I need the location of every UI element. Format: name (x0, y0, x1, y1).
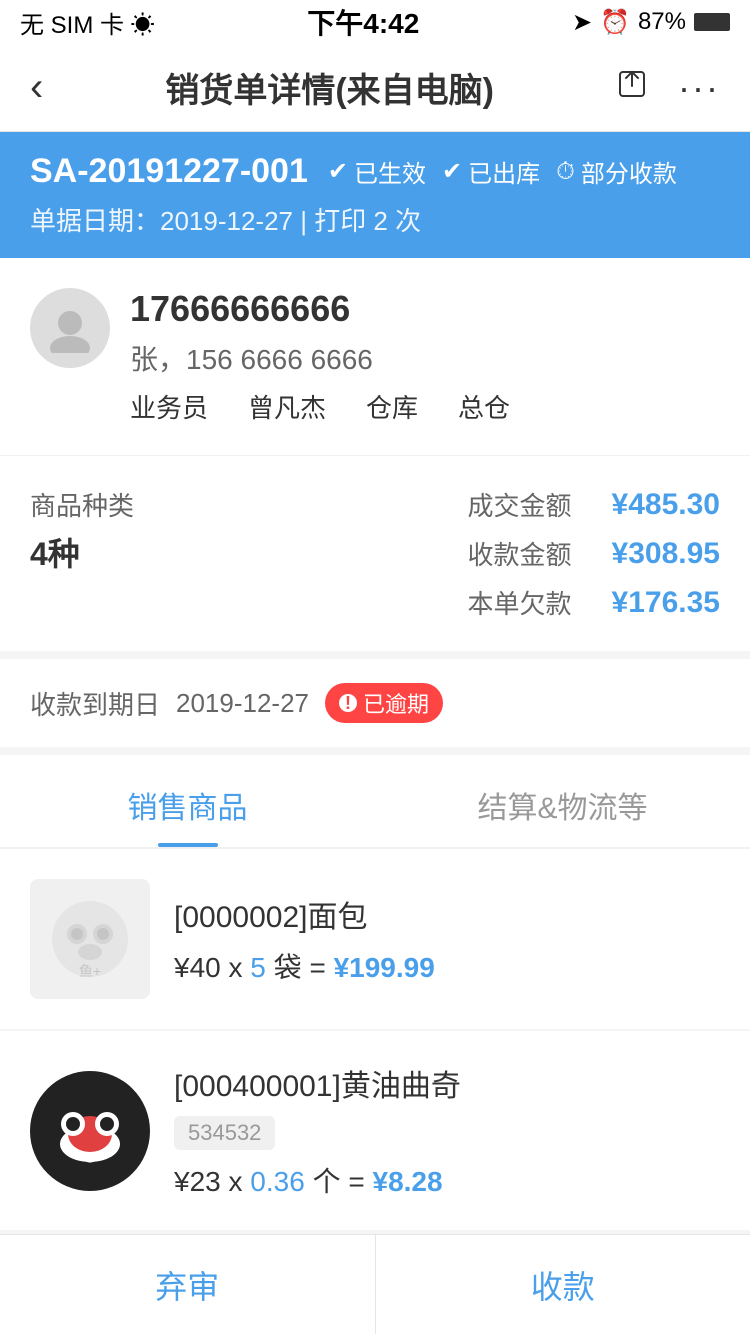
total-2: ¥8.28 (373, 1166, 443, 1197)
product-details-1: [0000002]面包 ¥40 x 5 袋 = ¥199.99 (174, 892, 720, 986)
summary-section: 商品种类 4种 成交金额 ¥485.30 收款金额 ¥308.95 本单欠款 ¥… (0, 456, 750, 659)
check-icon-2: ✔ (442, 157, 462, 186)
mult-2: x (229, 1166, 251, 1197)
doc-date: 单据日期：2019-12-27 | 打印 2 次 (30, 201, 720, 238)
price-2: ¥23 (174, 1166, 221, 1197)
due-date-value: 2019-12-27 (176, 688, 309, 719)
battery-icon (694, 13, 730, 31)
unit-2: 个 (313, 1166, 341, 1197)
product-item-1: 鱼+ [0000002]面包 ¥40 x 5 袋 = ¥199.99 (0, 849, 750, 1029)
status-left: 无 SIM 卡 ☀ (20, 5, 155, 40)
nav-actions: ··· (616, 67, 720, 109)
partial-label: 部分收款 (581, 154, 677, 189)
status-bar: 无 SIM 卡 ☀ 下午4:42 ➤ ⏰ 87% (0, 0, 750, 44)
product-types-label: 商品种类 (30, 486, 134, 523)
overdue-label: 已逾期 (363, 687, 429, 719)
cancel-audit-button[interactable]: 弃审 (0, 1235, 376, 1334)
overdue-badge: ! 已逾期 (325, 683, 443, 723)
share-icon[interactable] (616, 68, 648, 108)
product-thumb-2 (30, 1071, 150, 1191)
eq-1: = (309, 952, 333, 983)
qty-2: 0.36 (250, 1166, 305, 1197)
deal-amount-label: 成交金额 (468, 486, 572, 523)
summary-product-types: 商品种类 4种 (30, 486, 134, 575)
check-icon-1: ✔ (328, 157, 348, 186)
product-details-2: [000400001]黄油曲奇 534532 ¥23 x 0.36 个 = ¥8… (174, 1061, 720, 1200)
tab-settlement[interactable]: 结算&物流等 (375, 755, 750, 847)
customer-id: 17666666666 (130, 288, 720, 330)
salesperson-value: 曾凡杰 (248, 388, 326, 425)
eq-2: = (348, 1166, 372, 1197)
due-date-section: 收款到期日 2019-12-27 ! 已逾期 (0, 659, 750, 755)
owe-amount-row: 本单欠款 ¥176.35 (468, 584, 720, 621)
owe-amount-label: 本单欠款 (468, 584, 572, 621)
status-effected: ✔ 已生效 (328, 154, 426, 189)
status-right: ➤ ⏰ 87% (572, 8, 730, 37)
shipped-label: 已出库 (468, 154, 540, 189)
back-button[interactable]: ‹ (30, 65, 43, 110)
collect-amount-value: ¥308.95 (612, 537, 720, 571)
product-price-2: ¥23 x 0.36 个 = ¥8.28 (174, 1160, 720, 1200)
location-icon: ➤ (572, 8, 592, 37)
bottom-bar: 弃审 收款 (0, 1234, 750, 1334)
warehouse-value: 总仓 (458, 388, 510, 425)
status-tags: ✔ 已生效 ✔ 已出库 ⏱ 部分收款 (328, 154, 677, 189)
collect-amount-row: 收款金额 ¥308.95 (468, 535, 720, 572)
product-thumb-1: 鱼+ (30, 879, 150, 999)
deal-amount-row: 成交金额 ¥485.30 (468, 486, 720, 523)
status-shipped: ✔ 已出库 (442, 154, 540, 189)
product-name-1: [0000002]面包 (174, 892, 720, 936)
clock-icon: ⏱ (556, 158, 575, 186)
owe-amount-value: ¥176.35 (612, 586, 720, 620)
effected-label: 已生效 (354, 154, 426, 189)
time-label: 下午4:42 (307, 2, 419, 42)
header-info-bar: SA-20191227-001 ✔ 已生效 ✔ 已出库 ⏱ 部分收款 单据日期：… (0, 132, 750, 258)
collect-payment-button[interactable]: 收款 (376, 1235, 750, 1334)
order-number: SA-20191227-001 (30, 152, 308, 191)
overdue-icon: ! (339, 694, 357, 712)
battery-label: 87% (638, 8, 686, 36)
customer-info: 17666666666 张，156 6666 6666 业务员 曾凡杰 仓库 总… (130, 288, 720, 425)
collect-amount-label: 收款金额 (468, 535, 572, 572)
products-section: 鱼+ [0000002]面包 ¥40 x 5 袋 = ¥199.99 (0, 849, 750, 1230)
mult-1: x (229, 952, 251, 983)
order-header-row: SA-20191227-001 ✔ 已生效 ✔ 已出库 ⏱ 部分收款 (30, 152, 720, 191)
customer-section: 17666666666 张，156 6666 6666 业务员 曾凡杰 仓库 总… (0, 258, 750, 456)
nav-bar: ‹ 销货单详情(来自电脑) ··· (0, 44, 750, 132)
customer-meta: 业务员 曾凡杰 仓库 总仓 (130, 388, 720, 425)
price-1: ¥40 (174, 952, 221, 983)
product-price-1: ¥40 x 5 袋 = ¥199.99 (174, 946, 720, 986)
unit-1: 袋 (274, 952, 302, 983)
more-icon[interactable]: ··· (678, 67, 720, 109)
tabs: 销售商品 结算&物流等 (0, 755, 750, 849)
status-partial: ⏱ 部分收款 (556, 154, 677, 189)
product-item-2: [000400001]黄油曲奇 534532 ¥23 x 0.36 个 = ¥8… (0, 1031, 750, 1230)
tab-sales-products[interactable]: 销售商品 (0, 755, 375, 847)
product-types-value: 4种 (30, 529, 134, 575)
svg-text:鱼+: 鱼+ (79, 963, 101, 979)
no-sim-label: 无 SIM 卡 ☀ (20, 5, 155, 40)
product-sku-2: 534532 (174, 1116, 275, 1150)
qty-1: 5 (250, 952, 266, 983)
total-1: ¥199.99 (334, 952, 435, 983)
warehouse-label: 仓库 (366, 388, 418, 425)
deal-amount-value: ¥485.30 (612, 488, 720, 522)
product-name-2: [000400001]黄油曲奇 (174, 1061, 720, 1105)
page-title: 销货单详情(来自电脑) (165, 63, 494, 112)
customer-avatar (30, 288, 110, 368)
salesperson-label: 业务员 (130, 388, 208, 425)
alarm-icon: ⏰ (600, 8, 630, 37)
summary-amounts: 成交金额 ¥485.30 收款金额 ¥308.95 本单欠款 ¥176.35 (468, 486, 720, 621)
customer-name-phone: 张，156 6666 6666 (130, 338, 720, 378)
due-date-label: 收款到期日 (30, 685, 160, 722)
